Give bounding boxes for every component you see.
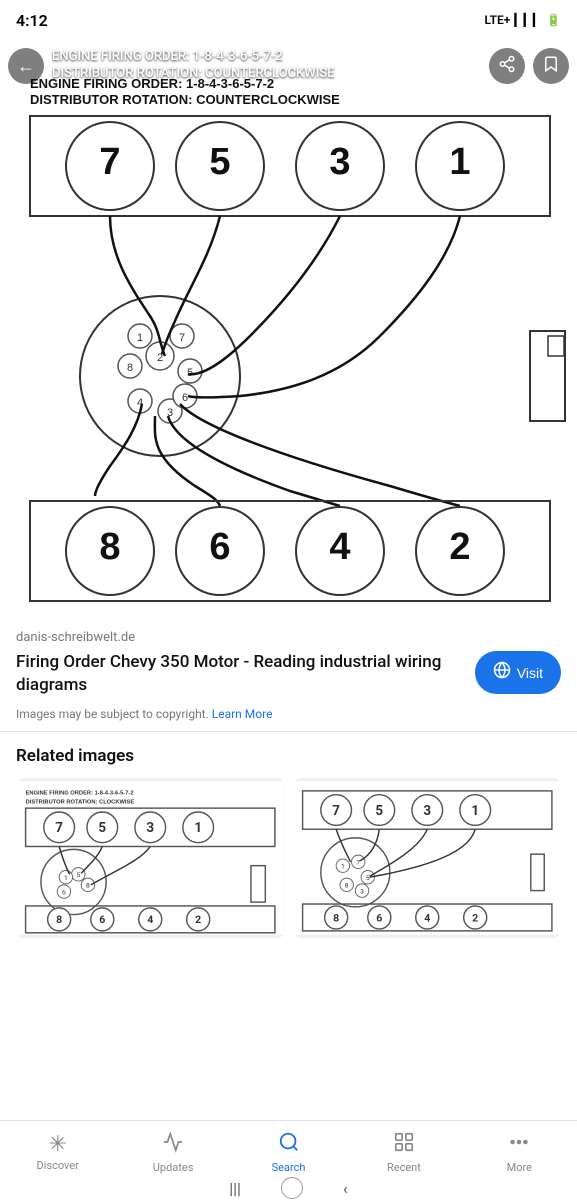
- learn-more-link[interactable]: Learn More: [212, 707, 273, 721]
- visit-label: Visit: [517, 665, 543, 681]
- status-icons: LTE+ ▎▎▎ 🔋: [485, 13, 561, 27]
- svg-text:1: 1: [340, 862, 344, 870]
- svg-text:2: 2: [195, 913, 201, 926]
- signal-icon: ▎▎▎: [514, 13, 542, 27]
- svg-text:6: 6: [99, 913, 105, 926]
- svg-text:8: 8: [344, 882, 348, 890]
- svg-text:1: 1: [194, 821, 202, 836]
- firing-order-diagram: ENGINE FIRING ORDER: 1-8-4-3-6-5-7-2 DIS…: [0, 36, 577, 616]
- svg-text:4: 4: [329, 526, 350, 568]
- source-url: danis-schreibwelt.de: [16, 630, 561, 645]
- nav-recent[interactable]: Recent: [346, 1131, 461, 1174]
- nav-updates[interactable]: Updates: [115, 1131, 230, 1174]
- status-bar: 4:12 LTE+ ▎▎▎ 🔋: [0, 0, 577, 36]
- related-image-2[interactable]: 7 5 3 1 7 1 5 8 3: [293, 778, 562, 938]
- updates-icon: [162, 1131, 184, 1158]
- svg-text:7: 7: [179, 332, 185, 344]
- svg-text:8: 8: [333, 911, 339, 924]
- bookmark-button[interactable]: [533, 48, 569, 84]
- home-gesture[interactable]: [281, 1177, 303, 1199]
- svg-text:3: 3: [329, 141, 350, 183]
- svg-text:4: 4: [147, 913, 153, 926]
- svg-text:2: 2: [472, 911, 478, 924]
- back-button[interactable]: ←: [8, 48, 44, 84]
- svg-text:7: 7: [332, 804, 340, 819]
- nav-updates-label: Updates: [153, 1161, 194, 1174]
- related-image-1[interactable]: ENGINE FIRING ORDER: 1-8-4-3-6-5-7-2 DIS…: [16, 778, 285, 938]
- related-section: Related images ENGINE FIRING ORDER: 1-8-…: [0, 732, 577, 948]
- svg-text:5: 5: [76, 871, 80, 879]
- more-icon: [508, 1131, 530, 1158]
- svg-text:8: 8: [99, 526, 120, 568]
- svg-text:6: 6: [182, 392, 188, 404]
- svg-text:1: 1: [64, 874, 68, 882]
- lte-icon: LTE+: [485, 13, 511, 27]
- svg-text:ENGINE FIRING ORDER: 1-8-4-3-6: ENGINE FIRING ORDER: 1-8-4-3-6-5-7-2: [26, 791, 134, 797]
- main-image-container: ENGINE FIRING ORDER: 1-8-4-3-6-5-7-2 DIS…: [0, 36, 577, 616]
- svg-text:5: 5: [209, 141, 230, 183]
- share-icon: [498, 55, 516, 77]
- svg-text:5: 5: [365, 874, 369, 882]
- visit-button[interactable]: Visit: [475, 651, 561, 694]
- bookmark-icon: [542, 55, 560, 77]
- svg-text:7: 7: [99, 141, 120, 183]
- nav-more-label: More: [507, 1161, 532, 1174]
- svg-text:5: 5: [98, 821, 106, 836]
- svg-text:1: 1: [449, 141, 470, 183]
- gesture-bar: ||| ‹: [0, 1176, 577, 1200]
- svg-text:6: 6: [376, 911, 382, 924]
- info-row: Firing Order Chevy 350 Motor - Reading i…: [16, 651, 561, 697]
- image-title: ENGINE FIRING ORDER: 1-8-4-3-6-5-7-2 DIS…: [52, 49, 481, 83]
- related-title: Related images: [16, 746, 561, 766]
- svg-text:2: 2: [449, 526, 470, 568]
- search-nav-icon: [278, 1131, 300, 1158]
- svg-text:3: 3: [360, 887, 364, 895]
- svg-text:8: 8: [86, 882, 90, 890]
- svg-text:5: 5: [375, 804, 383, 819]
- svg-text:6: 6: [209, 526, 230, 568]
- nav-search[interactable]: Search: [231, 1131, 346, 1174]
- back-icon: ←: [17, 56, 35, 77]
- svg-text:4: 4: [424, 911, 430, 924]
- recents-gesture[interactable]: ‹: [343, 1179, 348, 1198]
- share-button[interactable]: [489, 48, 525, 84]
- copyright-note: Images may be subject to copyright. Lear…: [16, 707, 561, 721]
- svg-text:DISTRIBUTOR ROTATION: COUNTERC: DISTRIBUTOR ROTATION: COUNTERCLOCKWISE: [30, 92, 340, 107]
- status-time: 4:12: [16, 11, 48, 30]
- svg-text:1: 1: [137, 332, 143, 344]
- nav-discover-label: Discover: [37, 1159, 79, 1172]
- nav-search-label: Search: [272, 1161, 306, 1174]
- svg-text:6: 6: [62, 888, 66, 896]
- image-toolbar: ← ENGINE FIRING ORDER: 1-8-4-3-6-5-7-2 D…: [0, 48, 577, 84]
- svg-text:3: 3: [146, 821, 154, 836]
- info-section: danis-schreibwelt.de Firing Order Chevy …: [0, 616, 577, 732]
- svg-text:1: 1: [471, 804, 479, 819]
- svg-text:3: 3: [423, 804, 431, 819]
- discover-icon: ✳: [48, 1134, 66, 1156]
- nav-more[interactable]: More: [462, 1131, 577, 1174]
- related-images-grid: ENGINE FIRING ORDER: 1-8-4-3-6-5-7-2 DIS…: [16, 778, 561, 938]
- svg-text:8: 8: [127, 362, 133, 374]
- svg-text:7: 7: [55, 821, 63, 836]
- page-title: Firing Order Chevy 350 Motor - Reading i…: [16, 651, 463, 697]
- svg-text:8: 8: [56, 913, 62, 926]
- nav-discover[interactable]: ✳ Discover: [0, 1134, 115, 1172]
- nav-recent-label: Recent: [387, 1161, 421, 1174]
- globe-icon: [493, 661, 511, 684]
- svg-text:DISTRIBUTOR ROTATION: CLOCKWIS: DISTRIBUTOR ROTATION: CLOCKWISE: [26, 799, 135, 805]
- recent-icon: [393, 1131, 415, 1158]
- svg-text:7: 7: [356, 859, 360, 867]
- back-gesture[interactable]: |||: [229, 1179, 241, 1198]
- battery-icon: 🔋: [546, 13, 561, 27]
